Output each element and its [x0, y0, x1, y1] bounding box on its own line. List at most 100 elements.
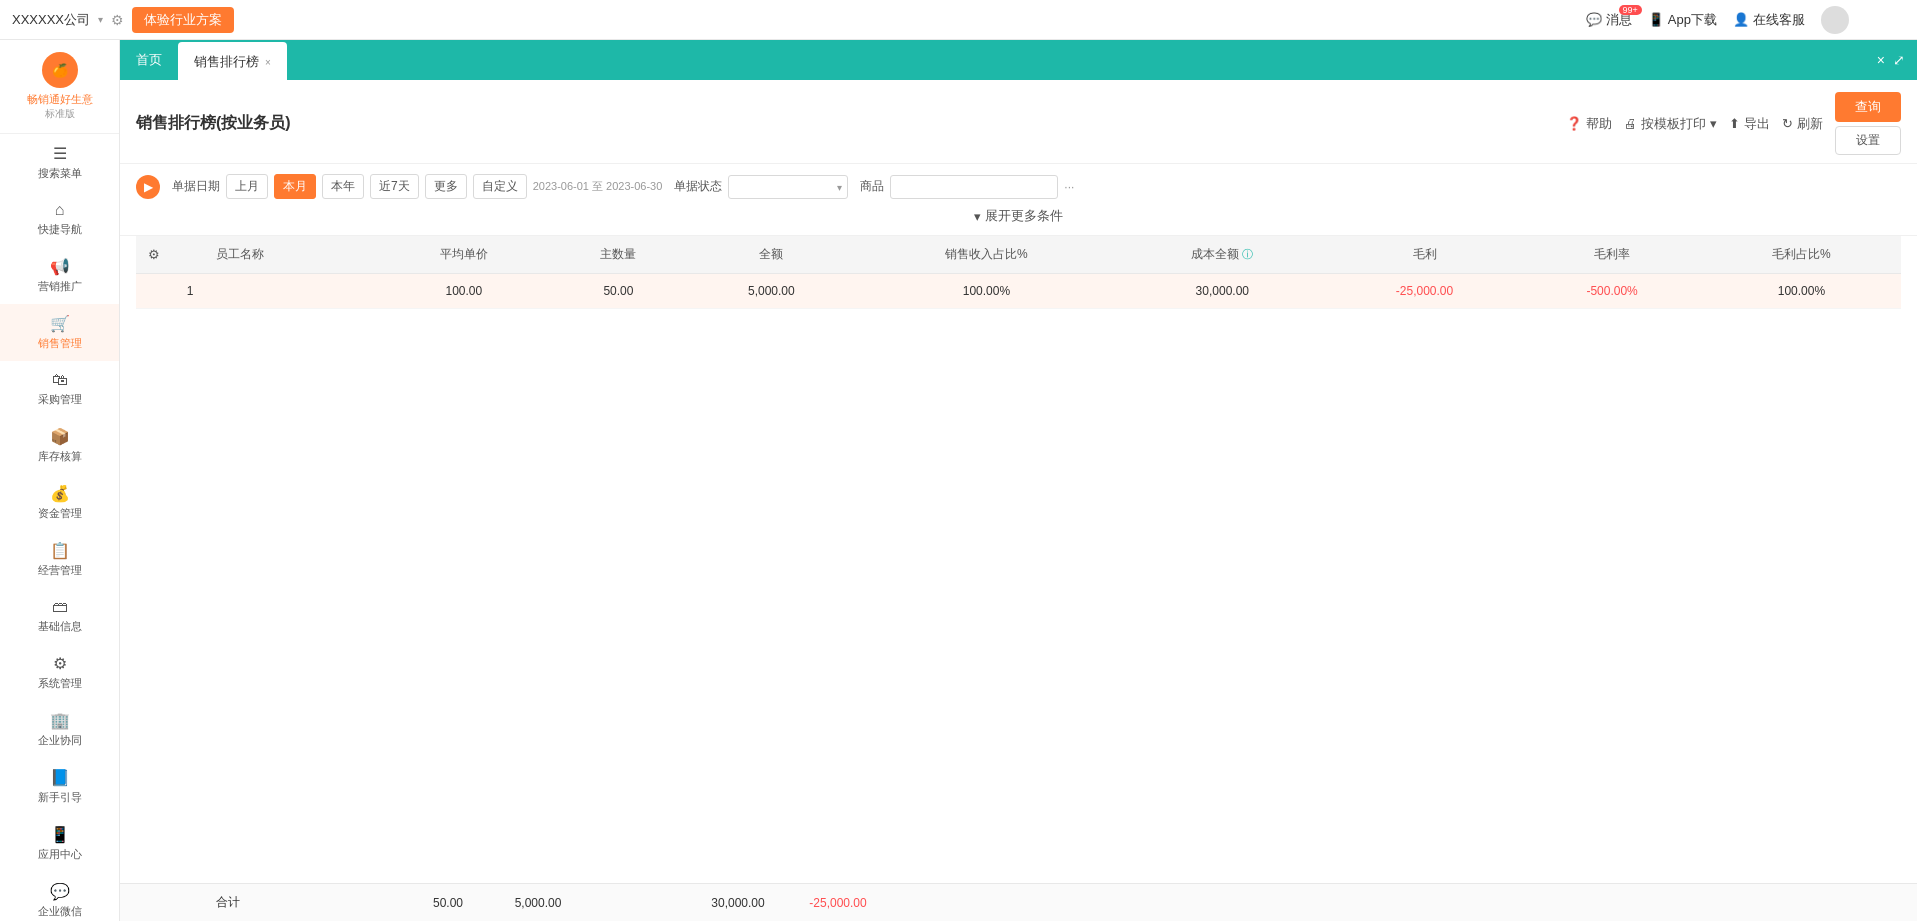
date-btn-more[interactable]: 更多: [425, 174, 467, 199]
sidebar-item-quick-nav[interactable]: ⌂ 快捷导航: [0, 191, 119, 247]
online-service-btn[interactable]: 👤 在线客服: [1733, 11, 1805, 29]
message-badge: 99+: [1619, 5, 1642, 15]
logo-sub: 标准版: [45, 107, 75, 121]
app-download-btn[interactable]: 📱 App下载: [1648, 11, 1717, 29]
marketing-icon: 📢: [50, 257, 70, 276]
tab-close-icon[interactable]: ×: [265, 57, 271, 68]
settings-button[interactable]: 设置: [1835, 126, 1901, 155]
tab-home[interactable]: 首页: [120, 40, 178, 80]
sidebar-item-sales[interactable]: 🛒 销售管理: [0, 304, 119, 361]
export-btn[interactable]: ⬆ 导出: [1729, 115, 1770, 133]
gear-col-icon[interactable]: ⚙: [148, 247, 160, 262]
tab-minimize-icon[interactable]: ×: [1877, 52, 1885, 68]
tab-maximize-icon[interactable]: ⤢: [1893, 52, 1905, 68]
template-print-label: 按模板打印: [1641, 115, 1706, 133]
col-cost: 成本全额 ⓘ: [1118, 236, 1327, 274]
sidebar-item-purchase[interactable]: 🛍 采购管理: [0, 361, 119, 417]
logo-symbol: 🍊: [52, 63, 68, 78]
sidebar-item-inventory[interactable]: 📦 库存核算: [0, 417, 119, 474]
cell-qty: 50.00: [549, 274, 688, 309]
inventory-icon: 📦: [50, 427, 70, 446]
sales-icon: 🛒: [50, 314, 70, 333]
status-select[interactable]: [728, 175, 848, 199]
date-btn-custom[interactable]: 自定义: [473, 174, 527, 199]
cell-avg-price: 100.00: [379, 274, 550, 309]
export-icon: ⬆: [1729, 116, 1740, 131]
date-btn-this-month[interactable]: 本月: [274, 174, 316, 199]
goods-input[interactable]: [890, 175, 1058, 199]
template-print-btn[interactable]: 🖨 按模板打印 ▾: [1624, 115, 1717, 133]
goods-more-icon[interactable]: ···: [1064, 180, 1074, 194]
col-gross-pct: 毛利占比%: [1702, 236, 1901, 274]
wechat-icon: 💬: [50, 882, 70, 901]
sidebar-item-guide[interactable]: 📘 新手引导: [0, 758, 119, 815]
sidebar-item-wechat[interactable]: 💬 企业微信: [0, 872, 119, 921]
sidebar: 🍊 畅销通好生意 标准版 ☰ 搜索菜单 ⌂ 快捷导航 📢 营销推广 🛒 销售管理…: [0, 40, 120, 921]
sidebar-label-guide: 新手引导: [38, 790, 82, 805]
col-rank: [172, 236, 208, 274]
sidebar-label-inventory: 库存核算: [38, 449, 82, 464]
table-body: 1 100.00 50.00 5,000.00 100.00% 30,000.0…: [136, 274, 1901, 309]
col-qty: 主数量: [549, 236, 688, 274]
message-area[interactable]: 💬 消息 99+: [1586, 11, 1632, 29]
tab-right-actions: × ⤢: [1877, 52, 1917, 68]
sidebar-item-system[interactable]: ⚙ 系统管理: [0, 644, 119, 701]
help-btn[interactable]: ❓ 帮助: [1566, 115, 1612, 133]
cell-cost: 30,000.00: [1118, 274, 1327, 309]
company-name: XXXXXX公司: [12, 11, 90, 29]
col-employee: 员工名称: [208, 236, 379, 274]
status-filter-group: 单据状态: [674, 175, 848, 199]
table-container: ⚙ 员工名称 平均单价 主数量 全额 销售收入占比% 成本全额 ⓘ 毛利 毛利率…: [120, 236, 1917, 883]
summary-gross: -25,000.00: [788, 896, 888, 910]
online-service-label: 在线客服: [1753, 11, 1805, 29]
table-row: 1 100.00 50.00 5,000.00 100.00% 30,000.0…: [136, 274, 1901, 309]
page-content: 销售排行榜(按业务员) ❓ 帮助 🖨 按模板打印 ▾ ⬆ 导出: [120, 80, 1917, 921]
cell-employee: [208, 274, 379, 309]
sidebar-label-marketing: 营销推广: [38, 279, 82, 294]
topbar-gear-icon[interactable]: ⚙: [111, 12, 124, 28]
sidebar-item-search[interactable]: ☰ 搜索菜单: [0, 134, 119, 191]
date-btn-7days[interactable]: 近7天: [370, 174, 419, 199]
expand-btn[interactable]: ▾ 展开更多条件: [974, 207, 1063, 225]
refresh-btn[interactable]: ↻ 刷新: [1782, 115, 1823, 133]
summary-qty: 50.00: [408, 896, 488, 910]
enterprise-icon: 🏢: [50, 711, 70, 730]
service-icon: 👤: [1733, 12, 1749, 27]
finance-icon: 💰: [50, 484, 70, 503]
logo-name: 畅销通好生意: [27, 92, 93, 107]
date-btn-this-year[interactable]: 本年: [322, 174, 364, 199]
operations-icon: 📋: [50, 541, 70, 560]
summary-label: 合计: [208, 894, 328, 911]
sidebar-item-app-center[interactable]: 📱 应用中心: [0, 815, 119, 872]
summary-cost: 30,000.00: [688, 896, 788, 910]
tab-bar: 首页 销售排行榜 × × ⤢: [120, 40, 1917, 80]
avatar[interactable]: [1821, 6, 1849, 34]
sidebar-item-finance[interactable]: 💰 资金管理: [0, 474, 119, 531]
app-icon: 📱: [1648, 12, 1664, 27]
tab-sales-ranking[interactable]: 销售排行榜 ×: [178, 42, 287, 82]
topbar: XXXXXX公司 ▾ ⚙ 体验行业方案 💬 消息 99+ 📱 App下载 👤 在…: [0, 0, 1917, 40]
logo-icon: 🍊: [42, 52, 78, 88]
sidebar-item-marketing[interactable]: 📢 营销推广: [0, 247, 119, 304]
sidebar-item-basic-info[interactable]: 🗃 基础信息: [0, 588, 119, 644]
sidebar-logo: 🍊 畅销通好生意 标准版: [0, 40, 119, 134]
date-range-display: 2023-06-01 至 2023-06-30: [533, 179, 663, 194]
page-actions: ❓ 帮助 🖨 按模板打印 ▾ ⬆ 导出 ↻ 刷新: [1566, 92, 1901, 155]
table-head: ⚙ 员工名称 平均单价 主数量 全额 销售收入占比% 成本全额 ⓘ 毛利 毛利率…: [136, 236, 1901, 274]
company-dropdown-icon[interactable]: ▾: [98, 14, 103, 25]
trial-button[interactable]: 体验行业方案: [132, 7, 234, 33]
cell-gross: -25,000.00: [1327, 274, 1523, 309]
sidebar-label-search: 搜索菜单: [38, 166, 82, 181]
date-btn-last-month[interactable]: 上月: [226, 174, 268, 199]
query-button[interactable]: 查询: [1835, 92, 1901, 122]
summary-row: 合计 50.00 5,000.00 30,000.00 -25,000.00: [120, 883, 1917, 921]
filter-toggle-btn[interactable]: ▶: [136, 175, 160, 199]
col-gross: 毛利: [1327, 236, 1523, 274]
cell-gross-pct: 100.00%: [1702, 274, 1901, 309]
cost-info-icon[interactable]: ⓘ: [1242, 248, 1253, 260]
app-download-label: App下载: [1668, 11, 1717, 29]
app-center-icon: 📱: [50, 825, 70, 844]
cell-sales-pct: 100.00%: [855, 274, 1118, 309]
sidebar-item-operations[interactable]: 📋 经营管理: [0, 531, 119, 588]
sidebar-item-enterprise[interactable]: 🏢 企业协同: [0, 701, 119, 758]
